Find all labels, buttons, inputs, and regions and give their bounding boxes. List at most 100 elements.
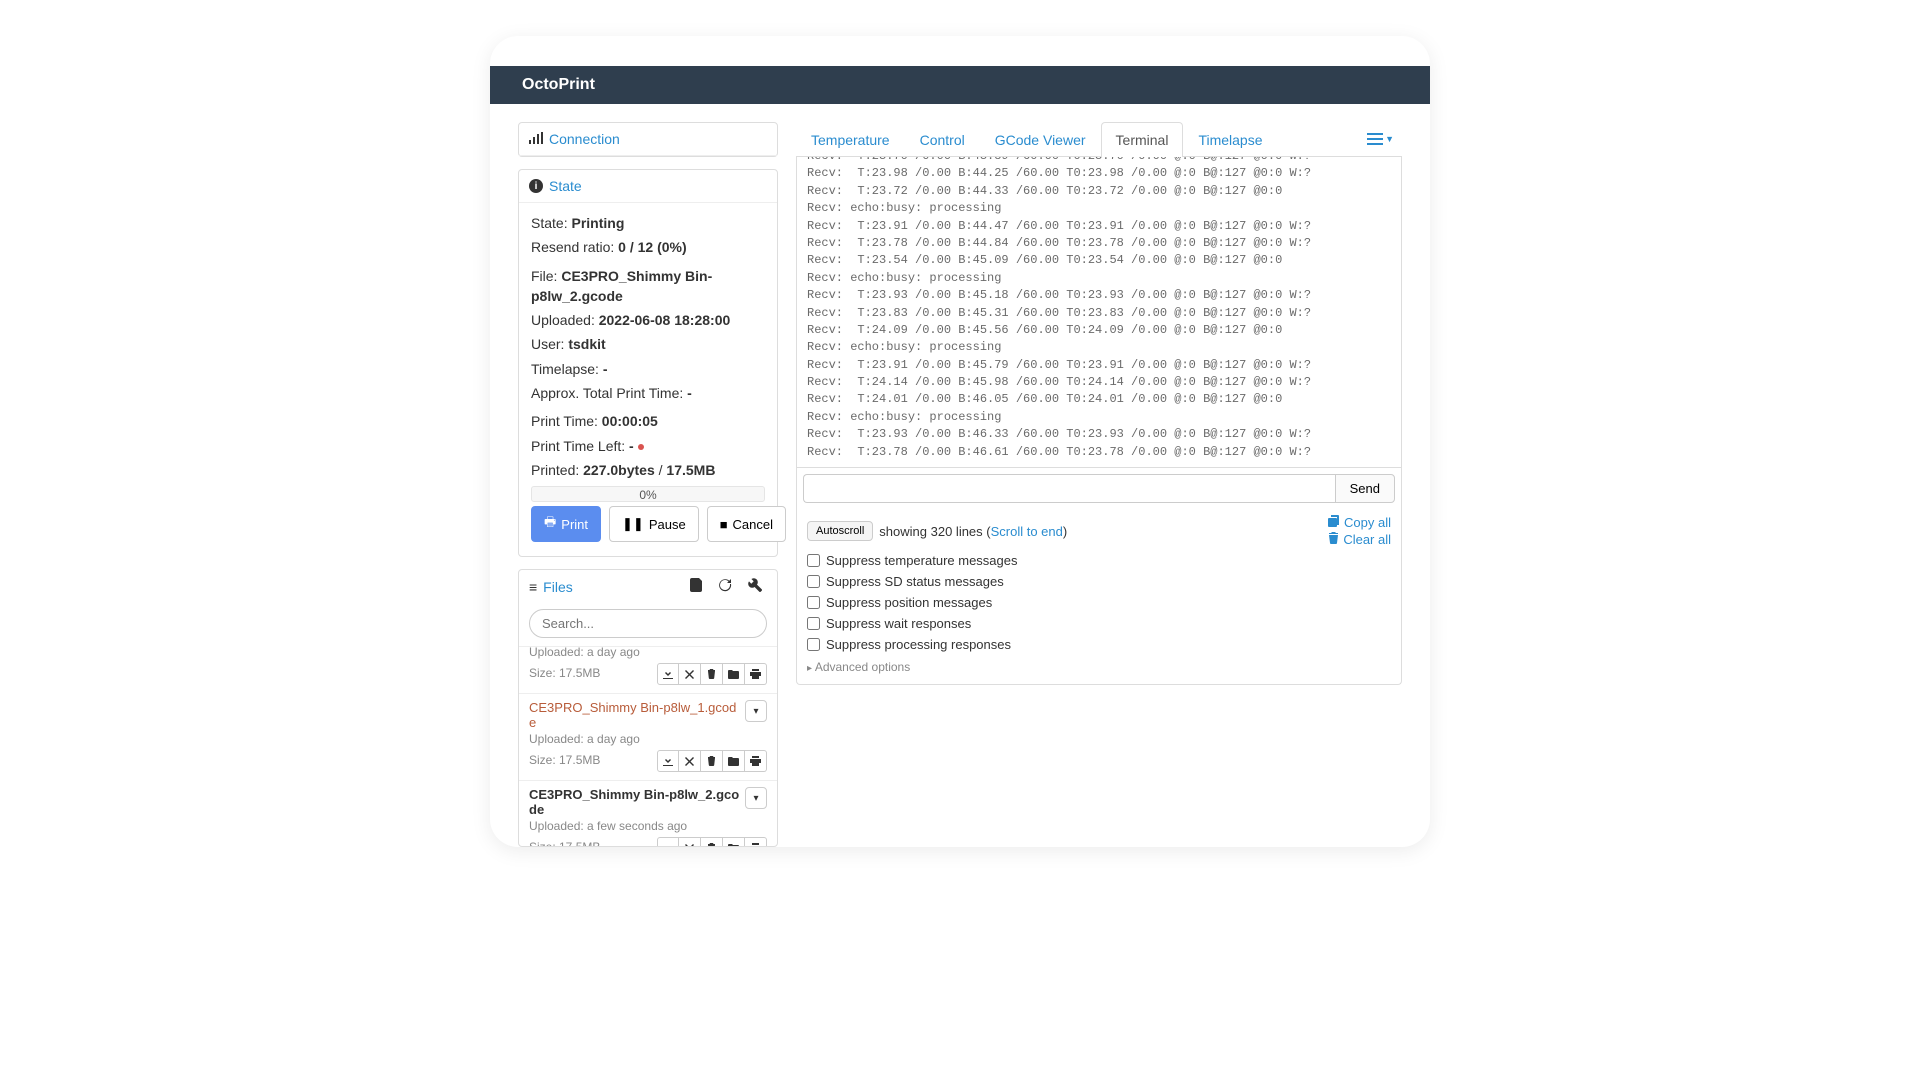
connection-header[interactable]: Connection <box>519 123 777 156</box>
terminal-send-button[interactable]: Send <box>1335 474 1395 503</box>
state-printtimeleft-label: Print Time Left: <box>531 438 625 454</box>
tab-gcode-viewer[interactable]: GCode Viewer <box>980 122 1101 157</box>
file-name[interactable]: CE3PRO_Shimmy Bin-p8lw_1.gcode <box>529 700 741 730</box>
file-delete-button[interactable] <box>701 837 723 846</box>
connection-panel: Connection <box>518 122 778 157</box>
file-uploaded: Uploaded: a few seconds ago <box>529 819 767 833</box>
files-panel: Files Uploaded: a day agoSize: 17.5MBC <box>518 569 778 847</box>
sd-icon[interactable] <box>685 578 707 595</box>
suppress-option[interactable]: Suppress temperature messages <box>807 553 1391 568</box>
file-name[interactable]: CE3PRO_Shimmy Bin-p8lw_2.gcode <box>529 787 741 817</box>
state-printed-sep: / <box>655 462 667 478</box>
navbar: OctoPrint <box>490 66 1430 104</box>
autoscroll-button[interactable]: Autoscroll <box>807 521 873 541</box>
state-resend-value: 0 / 12 (0%) <box>618 239 686 255</box>
file-download-button[interactable] <box>657 663 679 685</box>
copy-all-link[interactable]: Copy all <box>1328 515 1391 530</box>
suppress-option[interactable]: Suppress processing responses <box>807 637 1391 652</box>
suppress-label: Suppress temperature messages <box>826 553 1017 568</box>
state-timelapse-value: - <box>603 361 608 377</box>
state-uploaded-label: Uploaded: <box>531 312 595 328</box>
file-delete-button[interactable] <box>701 663 723 685</box>
print-button[interactable]: 🖶 Print <box>531 506 601 542</box>
file-expand-button[interactable]: ▾ <box>745 787 767 809</box>
state-body: State: Printing Resend ratio: 0 / 12 (0%… <box>519 203 777 556</box>
advanced-options-toggle[interactable]: Advanced options <box>807 660 1391 674</box>
tab-control[interactable]: Control <box>905 122 980 157</box>
file-list[interactable]: Uploaded: a day agoSize: 17.5MBCE3PRO_Sh… <box>519 646 777 846</box>
caret-down-icon: ▼ <box>1385 134 1394 144</box>
file-slice-button[interactable] <box>679 837 701 846</box>
state-printed-value: 227.0bytes <box>583 462 655 478</box>
files-label[interactable]: Files <box>543 579 573 595</box>
state-state-label: State: <box>531 215 568 231</box>
file-entry: CE3PRO_Shimmy Bin-p8lw_2.gcode▾ Uploaded:… <box>519 781 777 846</box>
suppress-label: Suppress wait responses <box>826 616 971 631</box>
file-size: Size: 17.5MB <box>529 666 600 680</box>
terminal-line: Recv: T:23.91 /0.00 B:45.79 /60.00 T0:23… <box>807 357 1391 374</box>
tab-terminal[interactable]: Terminal <box>1101 122 1184 157</box>
terminal-line: Recv: T:23.83 /0.00 B:45.31 /60.00 T0:23… <box>807 305 1391 322</box>
file-delete-button[interactable] <box>701 750 723 772</box>
terminal-output[interactable]: Recv: T:23.70 /0.00 B:43.89 /60.00 T0:23… <box>797 157 1401 467</box>
file-download-button[interactable] <box>657 837 679 846</box>
suppress-checkbox[interactable] <box>807 554 820 567</box>
suppress-label: Suppress SD status messages <box>826 574 1004 589</box>
terminal-line: Recv: T:24.14 /0.00 B:45.98 /60.00 T0:24… <box>807 374 1391 391</box>
state-header[interactable]: i State <box>519 170 777 203</box>
clear-all-link[interactable]: Clear all <box>1328 532 1391 547</box>
app-title: OctoPrint <box>522 76 595 93</box>
tabs: Temperature Control GCode Viewer Termina… <box>796 122 1402 157</box>
suppress-label: Suppress position messages <box>826 595 992 610</box>
terminal-line: Recv: T:24.09 /0.00 B:45.56 /60.00 T0:24… <box>807 322 1391 339</box>
files-search-input[interactable] <box>529 609 767 638</box>
state-uploaded-value: 2022-06-08 18:28:00 <box>599 312 731 328</box>
state-printed-label: Printed: <box>531 462 579 478</box>
file-load-button[interactable] <box>723 663 745 685</box>
suppress-checkbox[interactable] <box>807 596 820 609</box>
suppress-label: Suppress processing responses <box>826 637 1011 652</box>
file-slice-button[interactable] <box>679 663 701 685</box>
terminal-line: Recv: T:23.91 /0.00 B:44.47 /60.00 T0:23… <box>807 218 1391 235</box>
scroll-to-end-link[interactable]: Scroll to end <box>991 524 1063 539</box>
terminal-line: Recv: T:23.72 /0.00 B:44.33 /60.00 T0:23… <box>807 183 1391 200</box>
list-icon <box>529 579 537 595</box>
suppress-checkbox[interactable] <box>807 575 820 588</box>
copy-icon <box>1328 515 1340 530</box>
suppress-option[interactable]: Suppress position messages <box>807 595 1391 610</box>
suppress-option[interactable]: Suppress wait responses <box>807 616 1391 631</box>
file-load-button[interactable] <box>723 750 745 772</box>
chevron-down-icon: ▾ <box>753 706 758 717</box>
state-printed-total: 17.5MB <box>666 462 715 478</box>
refresh-icon[interactable] <box>713 578 737 595</box>
file-slice-button[interactable] <box>679 750 701 772</box>
main-area: Connection i State State: Printing Resen… <box>490 104 1430 847</box>
file-print-button[interactable] <box>745 750 767 772</box>
pause-button-label: Pause <box>649 517 686 532</box>
state-file-value: CE3PRO_Shimmy Bin-p8lw_2.gcode <box>531 268 712 304</box>
file-download-button[interactable] <box>657 750 679 772</box>
tab-menu-button[interactable]: ▼ <box>1359 133 1402 145</box>
suppress-checkbox[interactable] <box>807 617 820 630</box>
tab-temperature[interactable]: Temperature <box>796 122 905 157</box>
cancel-button[interactable]: ■ Cancel <box>707 506 786 542</box>
terminal-line: Recv: echo:busy: processing <box>807 409 1391 426</box>
file-uploaded: Uploaded: a day ago <box>529 732 767 746</box>
terminal-controls: Autoscroll showing 320 lines (Scroll to … <box>797 509 1401 684</box>
info-icon: i <box>529 179 543 193</box>
suppress-checkbox[interactable] <box>807 638 820 651</box>
wrench-icon[interactable] <box>743 578 767 595</box>
terminal-line: Recv: T:24.01 /0.00 B:46.05 /60.00 T0:24… <box>807 391 1391 408</box>
file-print-button[interactable] <box>745 837 767 846</box>
terminal-send-row: Send <box>797 467 1401 509</box>
file-load-button[interactable] <box>723 837 745 846</box>
file-expand-button[interactable]: ▾ <box>745 700 767 722</box>
terminal-command-input[interactable] <box>803 474 1335 503</box>
hamburger-icon <box>1367 133 1383 145</box>
file-size: Size: 17.5MB <box>529 840 600 846</box>
suppress-option[interactable]: Suppress SD status messages <box>807 574 1391 589</box>
tab-timelapse[interactable]: Timelapse <box>1183 122 1277 157</box>
file-print-button[interactable] <box>745 663 767 685</box>
terminal-line: Recv: T:23.78 /0.00 B:46.61 /60.00 T0:23… <box>807 444 1391 461</box>
pause-button[interactable]: ❚❚ Pause <box>609 506 699 542</box>
